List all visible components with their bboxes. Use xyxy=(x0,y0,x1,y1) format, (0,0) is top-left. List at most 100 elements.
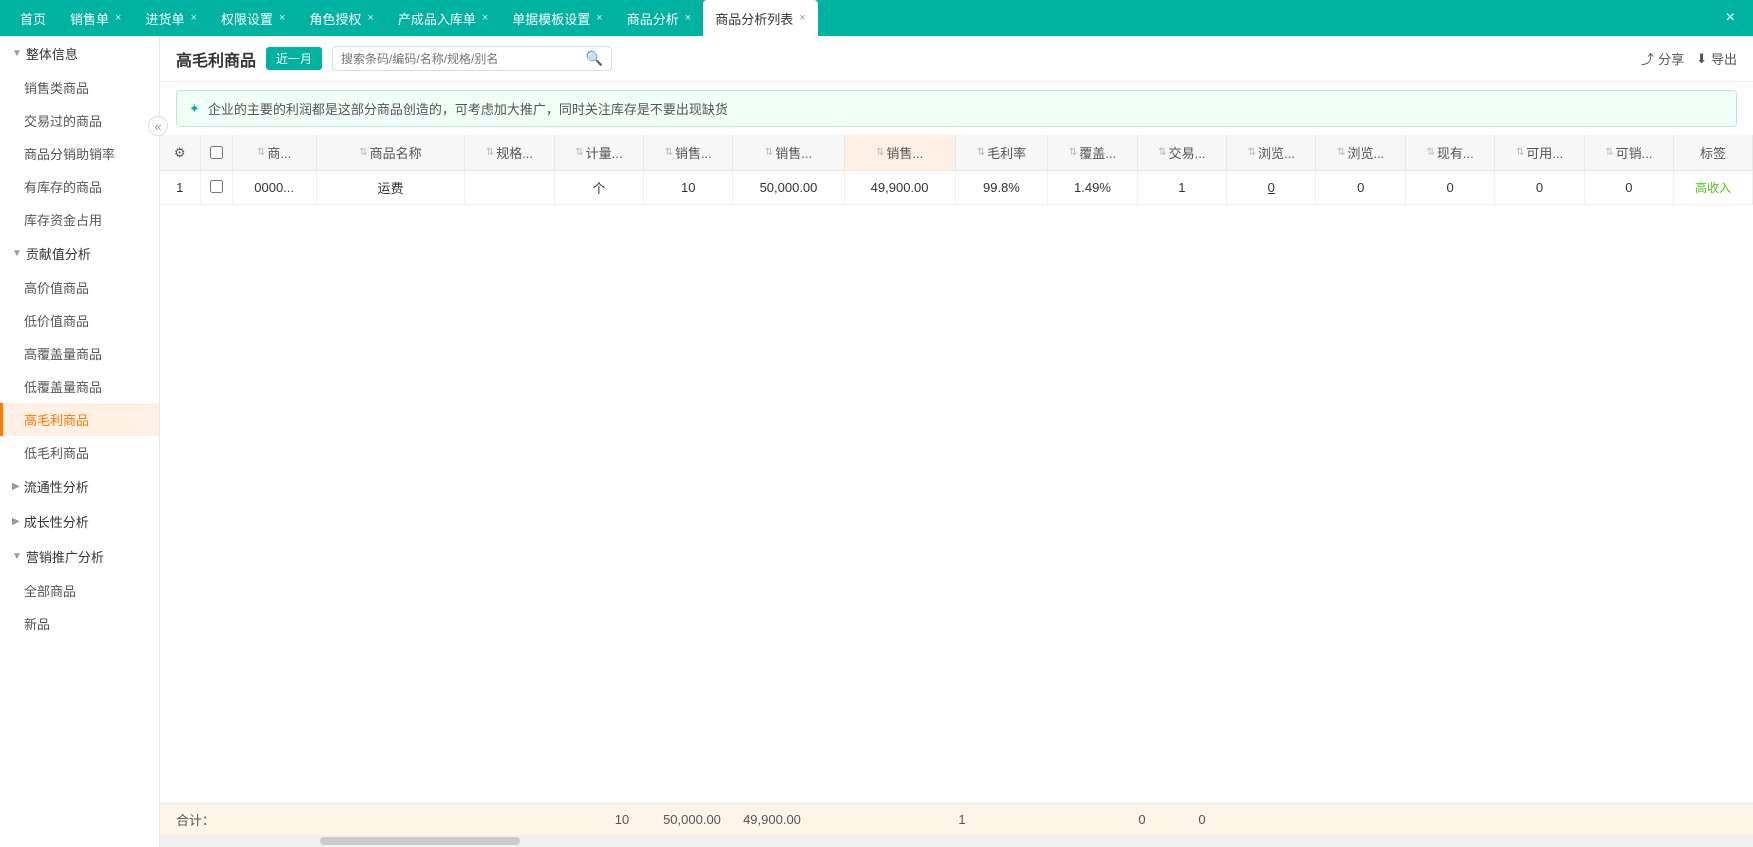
data-table: ⚙ ⇅ 商... xyxy=(160,135,1753,205)
sidebar-item-low-margin[interactable]: 低毛利商品 xyxy=(0,436,159,469)
footer-available: 0 xyxy=(1172,812,1232,827)
cell-sales-profit: 49,900.00 xyxy=(844,171,955,205)
sidebar-group-growth[interactable]: ▶ 成长性分析 xyxy=(0,504,159,539)
col-current-stock[interactable]: ⇅ 现有... xyxy=(1405,135,1494,171)
sort-icon-13: ⇅ xyxy=(1426,147,1434,158)
nav-tab-permission-close[interactable]: × xyxy=(279,12,285,24)
nav-tab-template-close[interactable]: × xyxy=(596,12,602,24)
sidebar-item-high-margin[interactable]: 高毛利商品 xyxy=(0,403,159,436)
col-browse2[interactable]: ⇅ 浏览... xyxy=(1316,135,1405,171)
search-input[interactable] xyxy=(341,52,580,66)
chevron-right-icon-2: ▶ xyxy=(12,516,20,527)
col-tag[interactable]: 标签 xyxy=(1674,135,1753,171)
col-sales-profit[interactable]: ⇅ 销售... xyxy=(844,135,955,171)
sidebar-group-overall[interactable]: ▼ 整体信息 xyxy=(0,36,159,71)
sidebar-item-all-goods[interactable]: 全部商品 xyxy=(0,574,159,607)
nav-tab-role-close[interactable]: × xyxy=(367,12,373,24)
sort-icon-14: ⇅ xyxy=(1516,147,1524,158)
nav-tab-home[interactable]: 首页 xyxy=(8,0,58,36)
sort-icon-8: ⇅ xyxy=(977,147,985,158)
export-button[interactable]: ⬇ 导出 xyxy=(1696,49,1737,68)
search-icon[interactable]: 🔍 xyxy=(586,50,603,67)
sort-icon-9: ⇅ xyxy=(1069,147,1077,158)
col-name[interactable]: ⇅ 商品名称 xyxy=(316,135,464,171)
sidebar-item-distribution-rate[interactable]: 商品分销助销率 xyxy=(0,137,159,170)
col-sales-qty[interactable]: ⇅ 销售... xyxy=(644,135,733,171)
nav-tab-purchase[interactable]: 进货单 × xyxy=(133,0,208,36)
col-browse1[interactable]: ⇅ 浏览... xyxy=(1227,135,1316,171)
nav-tab-product[interactable]: 产成品入库单 × xyxy=(386,0,500,36)
select-all-checkbox[interactable] xyxy=(210,146,223,159)
sidebar-group-marketing[interactable]: ▼ 营销推广分析 xyxy=(0,539,159,574)
cell-tag: 高收入 xyxy=(1674,171,1753,205)
nav-tab-analysis-list[interactable]: 商品分析列表 × xyxy=(703,0,817,36)
col-gross-margin[interactable]: ⇅ 毛利率 xyxy=(955,135,1048,171)
share-button[interactable]: ⤴ 分享 xyxy=(1641,49,1684,68)
sidebar-item-stock-capital[interactable]: 库存资金占用 xyxy=(0,203,159,236)
nav-tab-sales[interactable]: 销售单 × xyxy=(58,0,133,36)
cell-current-stock: 0 xyxy=(1405,171,1494,205)
sidebar-item-high-coverage[interactable]: 高覆盖量商品 xyxy=(0,337,159,370)
footer-current-stock: 0 xyxy=(1112,812,1172,827)
col-coverage[interactable]: ⇅ 覆盖... xyxy=(1048,135,1137,171)
nav-tab-analysis-list-close[interactable]: × xyxy=(799,12,805,24)
sort-icon: ⇅ xyxy=(257,147,265,158)
sort-icon-4: ⇅ xyxy=(575,147,583,158)
cell-spec xyxy=(465,171,554,205)
nav-tab-role[interactable]: 角色授权 × xyxy=(297,0,385,36)
col-index: ⚙ xyxy=(160,135,200,171)
chevron-down-icon-3: ▼ xyxy=(12,551,22,562)
sidebar-group-liquidity[interactable]: ▶ 流通性分析 xyxy=(0,469,159,504)
export-icon: ⬇ xyxy=(1696,51,1707,67)
sort-icon-11: ⇅ xyxy=(1248,147,1256,158)
nav-tab-analysis-close[interactable]: × xyxy=(685,12,691,24)
content-header: 高毛利商品 近一月 🔍 ⤴ 分享 ⬇ 导出 xyxy=(160,36,1753,82)
sidebar-collapse-button[interactable]: « xyxy=(148,116,168,136)
col-spec[interactable]: ⇅ 规格... xyxy=(465,135,554,171)
cell-browse1[interactable]: 0 xyxy=(1227,171,1316,205)
nav-tab-analysis[interactable]: 商品分析 × xyxy=(615,0,703,36)
sidebar-item-sales-goods[interactable]: 销售类商品 xyxy=(0,71,159,104)
cell-saleable: 0 xyxy=(1584,171,1673,205)
info-banner: ✦ 企业的主要的利润都是这部分商品创造的，可考虑加大推广，同时关注库存是不要出现… xyxy=(176,90,1737,127)
nav-tab-template-label: 单据模板设置 xyxy=(512,9,590,28)
nav-tab-permission[interactable]: 权限设置 × xyxy=(209,0,297,36)
time-filter-button[interactable]: 近一月 xyxy=(266,47,322,70)
sidebar-item-new-goods[interactable]: 新品 xyxy=(0,607,159,640)
search-box: 🔍 xyxy=(332,46,612,71)
col-saleable[interactable]: ⇅ 可销... xyxy=(1584,135,1673,171)
nav-tab-purchase-close[interactable]: × xyxy=(190,12,196,24)
table-row: 1 0000... 运费 个 10 50,000.00 49,900.00 99… xyxy=(160,171,1753,205)
sidebar-group-contribution[interactable]: ▼ 贡献值分析 xyxy=(0,236,159,271)
col-unit[interactable]: ⇅ 计量... xyxy=(554,135,643,171)
nav-tab-analysis-label: 商品分析 xyxy=(627,9,679,28)
sidebar-item-traded-goods[interactable]: 交易过的商品 xyxy=(0,104,159,137)
settings-icon[interactable]: ⚙ xyxy=(174,145,186,161)
nav-tab-template[interactable]: 单据模板设置 × xyxy=(500,0,614,36)
footer-label: 合计： xyxy=(160,810,280,829)
col-sales-amount[interactable]: ⇅ 销售... xyxy=(733,135,844,171)
col-available[interactable]: ⇅ 可用... xyxy=(1495,135,1584,171)
row-checkbox[interactable] xyxy=(210,180,223,193)
scrollbar-thumb[interactable] xyxy=(320,837,520,845)
horizontal-scrollbar[interactable] xyxy=(160,835,1753,847)
col-trade[interactable]: ⇅ 交易... xyxy=(1137,135,1226,171)
nav-tab-sales-label: 销售单 xyxy=(70,9,109,28)
nav-tab-product-close[interactable]: × xyxy=(482,12,488,24)
sidebar-item-in-stock[interactable]: 有库存的商品 xyxy=(0,170,159,203)
sort-icon-7: ⇅ xyxy=(876,147,884,158)
cell-unit: 个 xyxy=(554,171,643,205)
sidebar-item-low-coverage[interactable]: 低覆盖量商品 xyxy=(0,370,159,403)
cell-sales-qty: 10 xyxy=(644,171,733,205)
cell-index: 1 xyxy=(160,171,200,205)
sidebar-item-low-value[interactable]: 低价值商品 xyxy=(0,304,159,337)
nav-tab-product-label: 产成品入库单 xyxy=(398,9,476,28)
window-close-button[interactable]: × xyxy=(1716,9,1745,27)
col-code[interactable]: ⇅ 商... xyxy=(232,135,316,171)
browse-link[interactable]: 0 xyxy=(1268,180,1275,195)
nav-tab-sales-close[interactable]: × xyxy=(115,12,121,24)
footer-sales-qty: 10 xyxy=(592,812,652,827)
sidebar-item-high-value[interactable]: 高价值商品 xyxy=(0,271,159,304)
cell-sales-amount: 50,000.00 xyxy=(733,171,844,205)
sort-icon-10: ⇅ xyxy=(1158,147,1166,158)
